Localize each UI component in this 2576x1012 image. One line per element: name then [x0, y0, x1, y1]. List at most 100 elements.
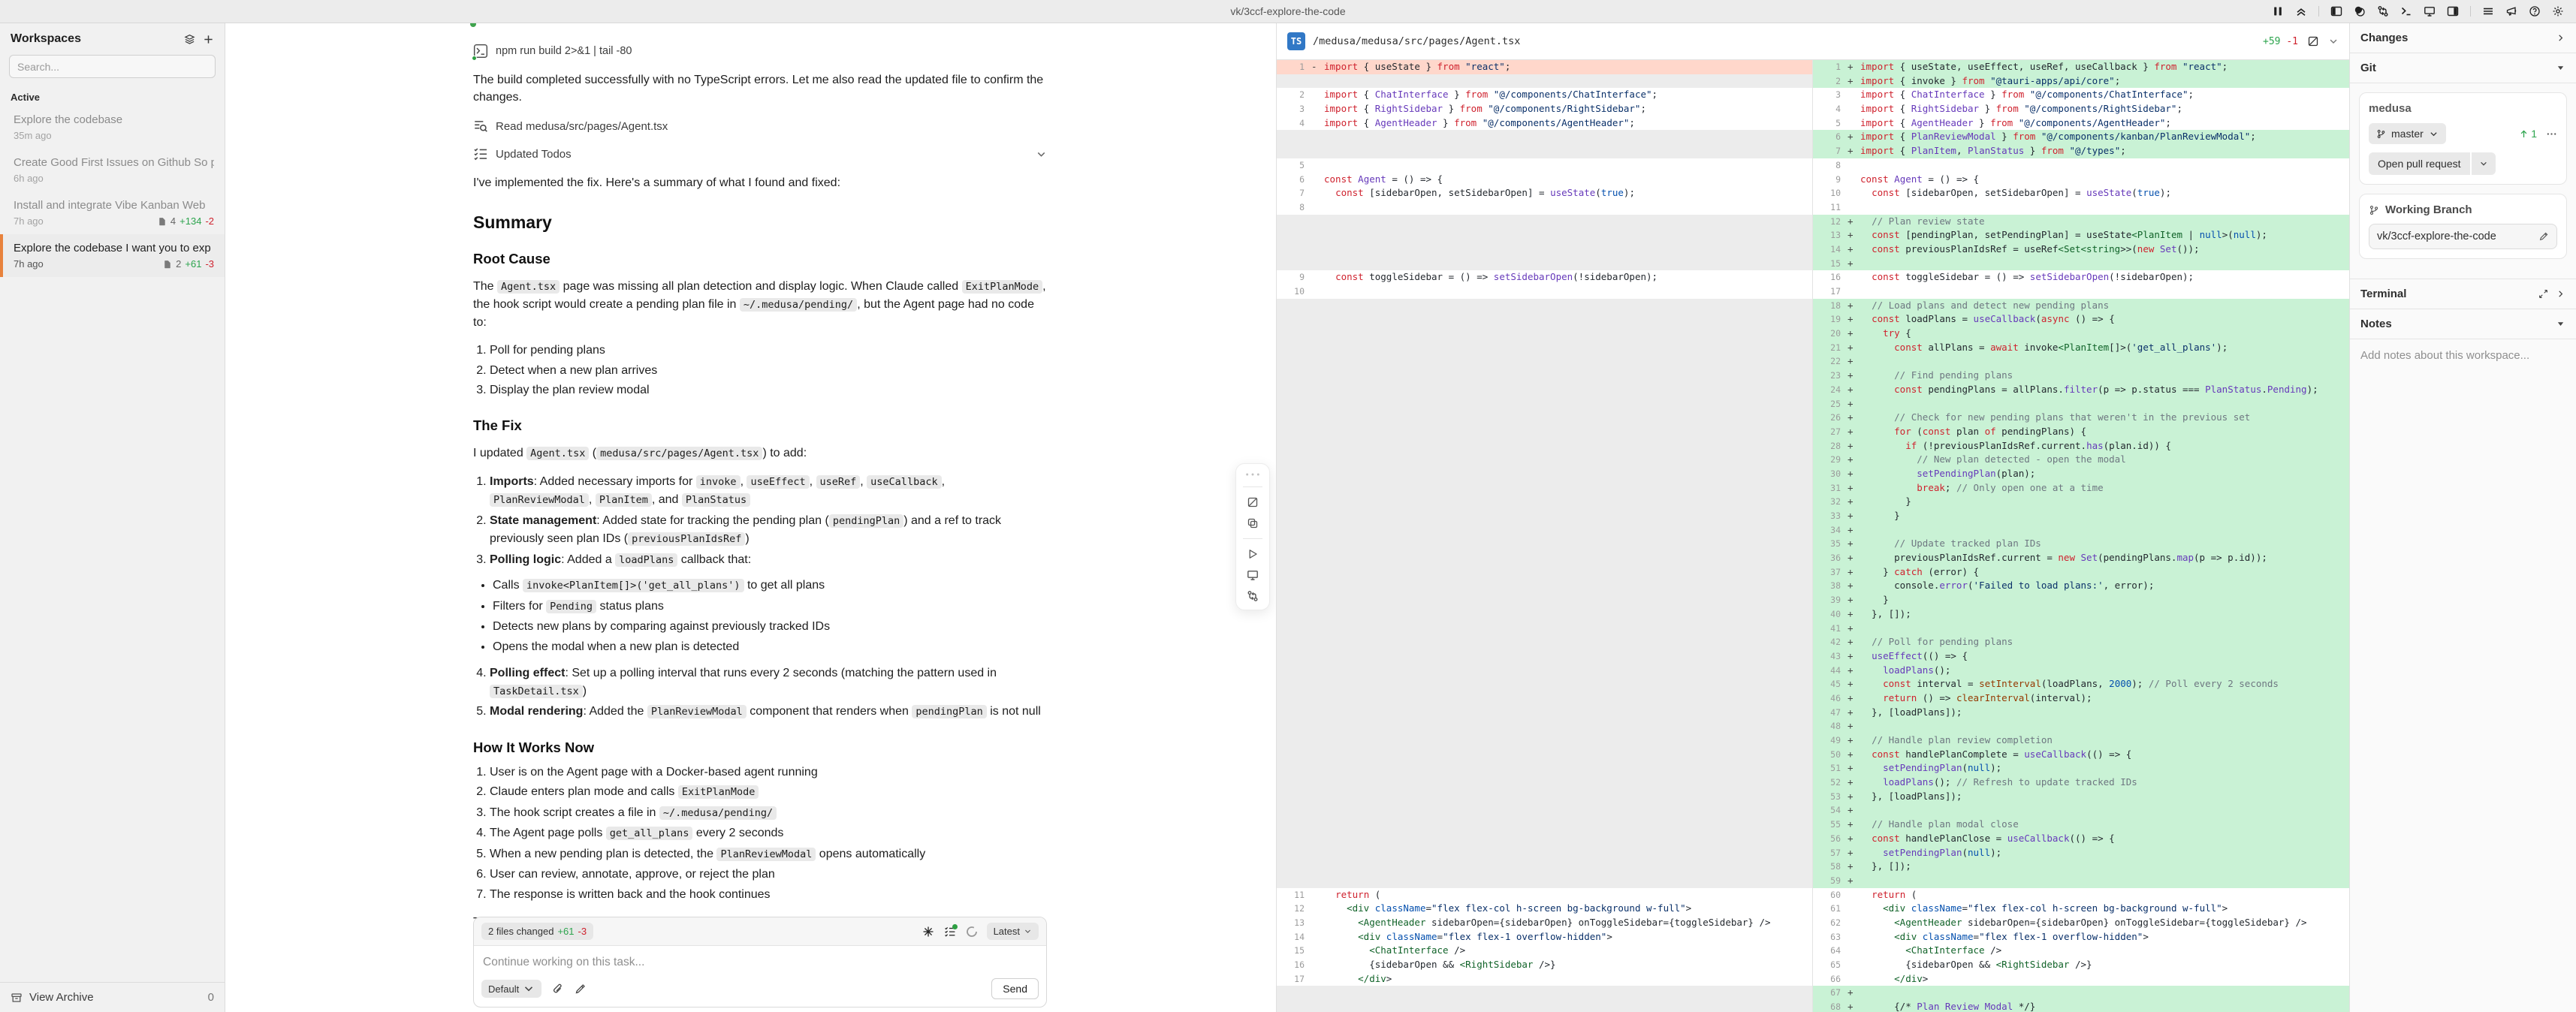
workspace-item[interactable]: Create Good First Issues on Github So p6…	[0, 149, 225, 191]
diff-line	[1277, 776, 1812, 790]
tool-call-row[interactable]: Updated Todos	[473, 146, 1047, 161]
lines-added: +61	[557, 926, 574, 937]
diff-line	[1277, 622, 1812, 636]
diff-line: 48+	[1813, 719, 2349, 733]
play-icon[interactable]	[1247, 548, 1259, 560]
diff-line: 17 </div>	[1277, 972, 1812, 986]
diff-line	[1277, 551, 1812, 565]
terminal-section-header[interactable]: Terminal	[2350, 279, 2576, 309]
layers-icon[interactable]	[184, 34, 195, 45]
announce-icon[interactable]	[2505, 5, 2517, 17]
diff-line: 11	[1813, 200, 2349, 215]
section-heading: Root Cause	[473, 251, 1047, 267]
diff-line	[1277, 130, 1812, 144]
diff-line: 9const Agent = () => {	[1813, 173, 2349, 187]
diff-view-icon[interactable]	[1247, 496, 1259, 508]
workspace-timestamp: 7h ago	[14, 258, 44, 270]
chevron-down-icon[interactable]	[1036, 149, 1047, 160]
open-pull-request-button[interactable]: Open pull request	[2369, 152, 2470, 175]
menu-icon[interactable]	[2482, 5, 2494, 17]
diff-line: 52+ loadPlans(); // Refresh to update tr…	[1813, 776, 2349, 790]
diff-line: 18+ // Load plans and detect new pending…	[1813, 299, 2349, 313]
diff-line	[1277, 649, 1812, 664]
add-workspace-button[interactable]	[203, 34, 214, 45]
git-section-body: medusa master 1	[2350, 83, 2576, 279]
view-archive-button[interactable]: View Archive 0	[0, 982, 225, 1012]
diff-line	[1277, 818, 1812, 832]
spark-icon[interactable]	[922, 926, 934, 938]
diff-line: 21+ const allPlans = await invoke<PlanIt…	[1813, 341, 2349, 355]
todos-green-icon[interactable]	[944, 926, 956, 938]
git-compare-icon[interactable]	[1247, 590, 1259, 602]
collapse-up-icon[interactable]	[2295, 5, 2307, 17]
tool-call-row[interactable]: Read medusa/src/pages/Agent.tsx	[473, 119, 1047, 134]
inline-code: TaskDetail.tsx	[490, 685, 583, 698]
workspace-meta: 7h ago2+61-3	[14, 258, 214, 270]
pause-icon[interactable]	[2272, 5, 2284, 17]
workspace-search-input[interactable]	[9, 55, 216, 78]
git-compare-icon[interactable]	[2377, 5, 2389, 17]
pen-icon[interactable]	[575, 983, 587, 995]
diff-line	[1277, 439, 1812, 453]
numbered-list: Polling effect: Set up a polling interva…	[473, 664, 1047, 721]
list-item: Detects new plans by comparing against p…	[493, 618, 1047, 636]
notes-section-header[interactable]: Notes	[2350, 309, 2576, 339]
panel-left-icon[interactable]	[2330, 5, 2342, 17]
panel-right-icon[interactable]	[2447, 5, 2459, 17]
workspace-item[interactable]: Install and integrate Vibe Kanban Web7h …	[0, 191, 225, 234]
inline-code: previousPlanIdsRef	[628, 532, 745, 546]
workspace-item[interactable]: Explore the codebase I want you to exp7h…	[0, 234, 225, 277]
branch-selector[interactable]: master	[2369, 123, 2446, 144]
diff-line	[1277, 761, 1812, 776]
tool-call-label: npm run build 2>&1 | tail -80	[496, 45, 632, 57]
diff-line: 58+ }, []);	[1813, 860, 2349, 874]
diff-line	[1277, 537, 1812, 551]
diff-line: 29+ // New plan detected - open the moda…	[1813, 453, 2349, 467]
diff-file-header[interactable]: TS /medusa/medusa/src/pages/Agent.tsx +5…	[1277, 23, 2349, 60]
monitor-icon[interactable]	[1247, 569, 1259, 581]
more-options-icon[interactable]	[2546, 128, 2557, 140]
spinner-icon[interactable]	[966, 926, 978, 938]
paperclip-icon[interactable]	[552, 983, 564, 995]
terminal-icon[interactable]	[2400, 5, 2412, 17]
changes-section-header[interactable]: Changes	[2350, 23, 2576, 53]
latest-dropdown[interactable]: Latest	[987, 923, 1039, 940]
pull-request-options-button[interactable]	[2472, 152, 2496, 175]
monitor-icon[interactable]	[2424, 5, 2436, 17]
diff-line: 13+ const [pendingPlan, setPendingPlan] …	[1813, 228, 2349, 242]
expand-icon[interactable]	[2538, 289, 2548, 299]
diff-line: 5import { AgentHeader } from "@/componen…	[1813, 116, 2349, 131]
tool-call-row[interactable]: npm run build 2>&1 | tail -80	[473, 44, 1047, 59]
diff-file-path: /medusa/medusa/src/pages/Agent.tsx	[1313, 35, 1520, 47]
workspace-timestamp: 7h ago	[14, 215, 44, 227]
diff-line	[1277, 327, 1812, 341]
inline-code: ~/.medusa/pending/	[659, 806, 777, 820]
titlebar-divider	[2318, 6, 2319, 17]
settings-icon[interactable]	[2552, 5, 2564, 17]
working-branch-input[interactable]: vk/3ccf-explore-the-code	[2369, 224, 2557, 249]
workspace-item[interactable]: Explore the codebase35m ago	[0, 106, 225, 149]
copy-icon[interactable]	[1247, 517, 1259, 529]
theme-icon[interactable]	[2354, 5, 2366, 17]
message-input[interactable]: Continue working on this task...	[474, 946, 1046, 977]
section-heading: How It Works Now	[473, 739, 1047, 756]
notes-placeholder[interactable]: Add notes about this workspace...	[2350, 339, 2576, 372]
files-changed-chip[interactable]: 2 files changed +61 -3	[481, 923, 593, 940]
workspace-timestamp: 6h ago	[14, 173, 44, 184]
split-diff-icon[interactable]	[2307, 35, 2319, 47]
list-item: Modal rendering: Added the PlanReviewMod…	[490, 703, 1047, 721]
diff-line	[1277, 144, 1812, 158]
diff-line: 57+ setPendingPlan(null);	[1813, 846, 2349, 860]
diff-line: 30+ setPendingPlan(plan);	[1813, 467, 2349, 481]
inline-code: Pending	[546, 600, 596, 613]
inline-code: useRef	[816, 475, 861, 489]
help-icon[interactable]	[2529, 5, 2541, 17]
send-button[interactable]: Send	[991, 978, 1039, 999]
list-item: Opens the modal when a new plan is detec…	[493, 638, 1047, 656]
git-section-header[interactable]: Git	[2350, 53, 2576, 83]
dots-handle-icon[interactable]	[1244, 471, 1261, 477]
repo-name: medusa	[2369, 102, 2557, 115]
inline-code: ExitPlanMode	[678, 785, 759, 799]
chevron-down-icon[interactable]	[2328, 36, 2339, 47]
model-dropdown[interactable]: Default	[481, 980, 541, 998]
